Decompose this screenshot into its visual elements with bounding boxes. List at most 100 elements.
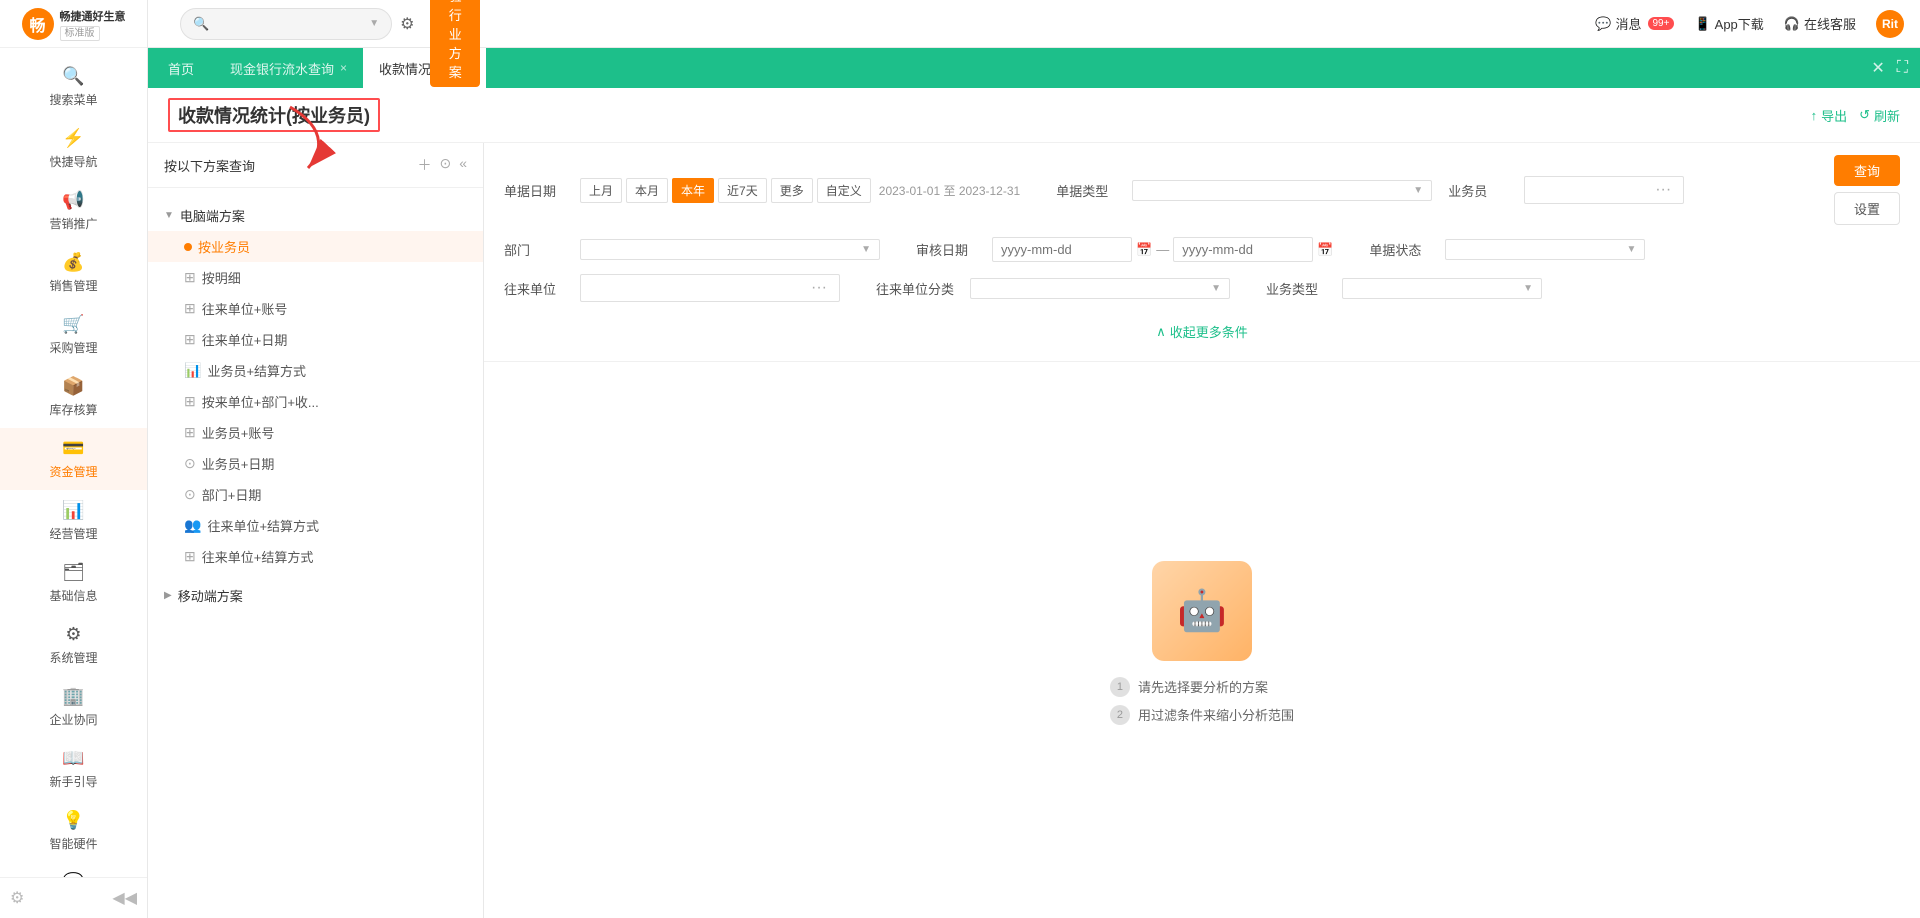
date-options-group: 上月 本月 本年 近7天 更多 自定义 2023-01-01 至 2023-12… bbox=[580, 178, 1020, 203]
tree-item-salesperson-payment[interactable]: 📊 业务员+结算方式 bbox=[148, 355, 483, 386]
date-btn-this-month[interactable]: 本月 bbox=[626, 178, 668, 203]
tree-item-by-detail[interactable]: ⊞ 按明细 bbox=[148, 262, 483, 293]
top-search-input[interactable] bbox=[209, 13, 369, 35]
sidebar-item-system[interactable]: ⚙ 系统管理 bbox=[0, 614, 147, 676]
tree-group-desktop: ▼ 电脑端方案 按业务员 ⊞ 按明细 ⊞ 往来单位+账号 bbox=[148, 196, 483, 576]
desktop-group-label: 电脑端方案 bbox=[180, 206, 245, 225]
bill-type-select[interactable]: ▼ bbox=[1132, 180, 1432, 201]
quick_nav-label: 快捷导航 bbox=[49, 153, 97, 170]
filter-row-1: 单据日期 上月 本月 本年 近7天 更多 自定义 2023-01-01 至 20… bbox=[504, 155, 1900, 225]
maximize-window-icon[interactable]: ⛶ bbox=[1897, 59, 1908, 77]
settings-bottom-icon[interactable]: ⚙ bbox=[10, 888, 24, 908]
salesperson-select[interactable]: ··· bbox=[1524, 176, 1684, 204]
sidebar-bottom: ⚙ ◀◀ bbox=[0, 877, 147, 918]
tree-item-partner-payment1[interactable]: 👥 往来单位+结算方式 bbox=[148, 510, 483, 541]
sidebar: 畅 畅捷通好生意 标准版 🔍 搜索菜单 ⚡ 快捷导航 📢 营销推广 💰 销售管理… bbox=[0, 0, 148, 918]
date-btn-prev-month[interactable]: 上月 bbox=[580, 178, 622, 203]
date-btn-this-year[interactable]: 本年 bbox=[672, 178, 714, 203]
calendar-to-icon[interactable]: 📅 bbox=[1317, 242, 1333, 258]
collapse-sidebar-icon[interactable]: ◀◀ bbox=[112, 888, 137, 908]
dept-chevron: ▼ bbox=[861, 244, 871, 255]
sidebar-item-search[interactable]: 🔍 搜索菜单 bbox=[0, 56, 147, 118]
sidebar-item-finance[interactable]: 💳 资金管理 bbox=[0, 428, 147, 490]
collapse-bar[interactable]: ∧ 收起更多条件 bbox=[504, 314, 1900, 349]
partner-category-chevron: ▼ bbox=[1211, 283, 1221, 294]
step-num-2: 2 bbox=[1110, 705, 1130, 725]
search-dropdown-icon[interactable]: ▼ bbox=[369, 18, 379, 29]
app-download-button[interactable]: 📱 App下载 bbox=[1694, 14, 1763, 33]
finance-label: 资金管理 bbox=[49, 463, 97, 480]
top-actions: 💬 消息 99+ 📱 App下载 🎧 在线客服 Rit bbox=[1595, 10, 1904, 38]
plan-settings-icon[interactable]: ⊙ bbox=[439, 155, 451, 175]
sidebar-logo: 畅 畅捷通好生意 标准版 bbox=[0, 0, 147, 48]
close-window-icon[interactable]: ✕ bbox=[1871, 58, 1884, 78]
sidebar-nav: 🔍 搜索菜单 ⚡ 快捷导航 📢 营销推广 💰 销售管理 🛒 采购管理 📦 库存核… bbox=[0, 48, 147, 877]
dept-select[interactable]: ▼ bbox=[580, 239, 880, 260]
sidebar-item-inventory[interactable]: 📦 库存核算 bbox=[0, 366, 147, 428]
sidebar-item-hardware[interactable]: 💡 智能硬件 bbox=[0, 800, 147, 862]
user-avatar[interactable]: Rit bbox=[1876, 10, 1904, 38]
refresh-button[interactable]: ↺ 刷新 bbox=[1859, 106, 1900, 125]
messages-button[interactable]: 💬 消息 99+ bbox=[1595, 14, 1674, 33]
partner-category-label: 往来单位分类 bbox=[876, 279, 954, 298]
item-icon: ⊞ bbox=[184, 393, 196, 410]
sidebar-item-guide[interactable]: 📖 新手引导 bbox=[0, 738, 147, 800]
date-btn-7days[interactable]: 近7天 bbox=[718, 178, 767, 203]
sidebar-item-basic[interactable]: 🗂 基础信息 bbox=[0, 552, 147, 614]
export-button[interactable]: ↑ 导出 bbox=[1811, 106, 1848, 125]
item-icon: 📊 bbox=[184, 362, 201, 379]
page-actions: ↑ 导出 ↺ 刷新 bbox=[1811, 106, 1900, 125]
sidebar-item-quick_nav[interactable]: ⚡ 快捷导航 bbox=[0, 118, 147, 180]
tree-item-by-salesperson[interactable]: 按业务员 bbox=[148, 231, 483, 262]
item-icon: ⊙ bbox=[184, 486, 196, 503]
window-controls: ✕ ⛶ bbox=[1871, 58, 1920, 78]
settings-button[interactable]: 设置 bbox=[1834, 192, 1900, 225]
tree-arrow-desktop: ▼ bbox=[164, 210, 174, 221]
date-btn-custom[interactable]: 自定义 bbox=[817, 178, 871, 203]
salesperson-ellipsis[interactable]: ··· bbox=[1651, 181, 1675, 199]
tree-item-partner-dept[interactable]: ⊞ 按来单位+部门+收... bbox=[148, 386, 483, 417]
filter-area: 单据日期 上月 本月 本年 近7天 更多 自定义 2023-01-01 至 20… bbox=[484, 143, 1920, 362]
tree-item-dept-date[interactable]: ⊙ 部门+日期 bbox=[148, 479, 483, 510]
refresh-icon: ↺ bbox=[1859, 107, 1870, 123]
tree-item-salesperson-date[interactable]: ⊙ 业务员+日期 bbox=[148, 448, 483, 479]
trial-button[interactable]: 体验行业方案 bbox=[430, 0, 480, 87]
review-date-to[interactable] bbox=[1173, 237, 1313, 262]
review-date-from[interactable] bbox=[992, 237, 1132, 262]
left-panel-header: 按以下方案查询 ＋ ⊙ « bbox=[148, 143, 483, 188]
system-icon: ⚙ bbox=[65, 624, 81, 645]
item-label: 业务员+账号 bbox=[202, 423, 275, 442]
sidebar-item-enterprise[interactable]: 🏢 企业协同 bbox=[0, 676, 147, 738]
query-button[interactable]: 查询 bbox=[1834, 155, 1900, 186]
online-service-button[interactable]: 🎧 在线客服 bbox=[1784, 14, 1856, 33]
sidebar-item-marketing[interactable]: 📢 营销推广 bbox=[0, 180, 147, 242]
business-type-chevron: ▼ bbox=[1523, 283, 1533, 294]
calendar-from-icon[interactable]: 📅 bbox=[1136, 242, 1152, 258]
top-gear-icon[interactable]: ⚙ bbox=[400, 10, 414, 38]
sidebar-item-operation[interactable]: 📊 经营管理 bbox=[0, 490, 147, 552]
sidebar-item-wechat[interactable]: 💬 企业微信 bbox=[0, 862, 147, 877]
tree-item-partner-account[interactable]: ⊞ 往来单位+账号 bbox=[148, 293, 483, 324]
tree-item-partner-payment2[interactable]: ⊞ 往来单位+结算方式 bbox=[148, 541, 483, 572]
purchase-icon: 🛒 bbox=[62, 314, 84, 335]
filter-buttons: 查询 设置 bbox=[1834, 155, 1900, 225]
partner-ellipsis[interactable]: ··· bbox=[807, 279, 831, 297]
add-plan-icon[interactable]: ＋ bbox=[417, 155, 431, 175]
collapse-panel-icon[interactable]: « bbox=[459, 155, 467, 175]
tree-group-desktop-header[interactable]: ▼ 电脑端方案 bbox=[148, 200, 483, 231]
tree-item-partner-date[interactable]: ⊞ 往来单位+日期 bbox=[148, 324, 483, 355]
item-label: 往来单位+账号 bbox=[202, 299, 288, 318]
tree-item-salesperson-account[interactable]: ⊞ 业务员+账号 bbox=[148, 417, 483, 448]
dept-label: 部门 bbox=[504, 240, 564, 259]
item-icon: ⊞ bbox=[184, 548, 196, 565]
sidebar-item-sales[interactable]: 💰 销售管理 bbox=[0, 242, 147, 304]
tree-group-mobile-header[interactable]: ▶ 移动端方案 bbox=[148, 580, 483, 611]
partner-select[interactable]: ··· bbox=[580, 274, 840, 302]
item-label: 部门+日期 bbox=[202, 485, 262, 504]
business-type-select[interactable]: ▼ bbox=[1342, 278, 1542, 299]
bill-status-select[interactable]: ▼ bbox=[1445, 239, 1645, 260]
partner-category-select[interactable]: ▼ bbox=[970, 278, 1230, 299]
date-btn-more[interactable]: 更多 bbox=[771, 178, 813, 203]
sidebar-item-purchase[interactable]: 🛒 采购管理 bbox=[0, 304, 147, 366]
left-panel: 按以下方案查询 ＋ ⊙ « ▼ 电脑端方案 按业务员 bbox=[148, 143, 484, 918]
